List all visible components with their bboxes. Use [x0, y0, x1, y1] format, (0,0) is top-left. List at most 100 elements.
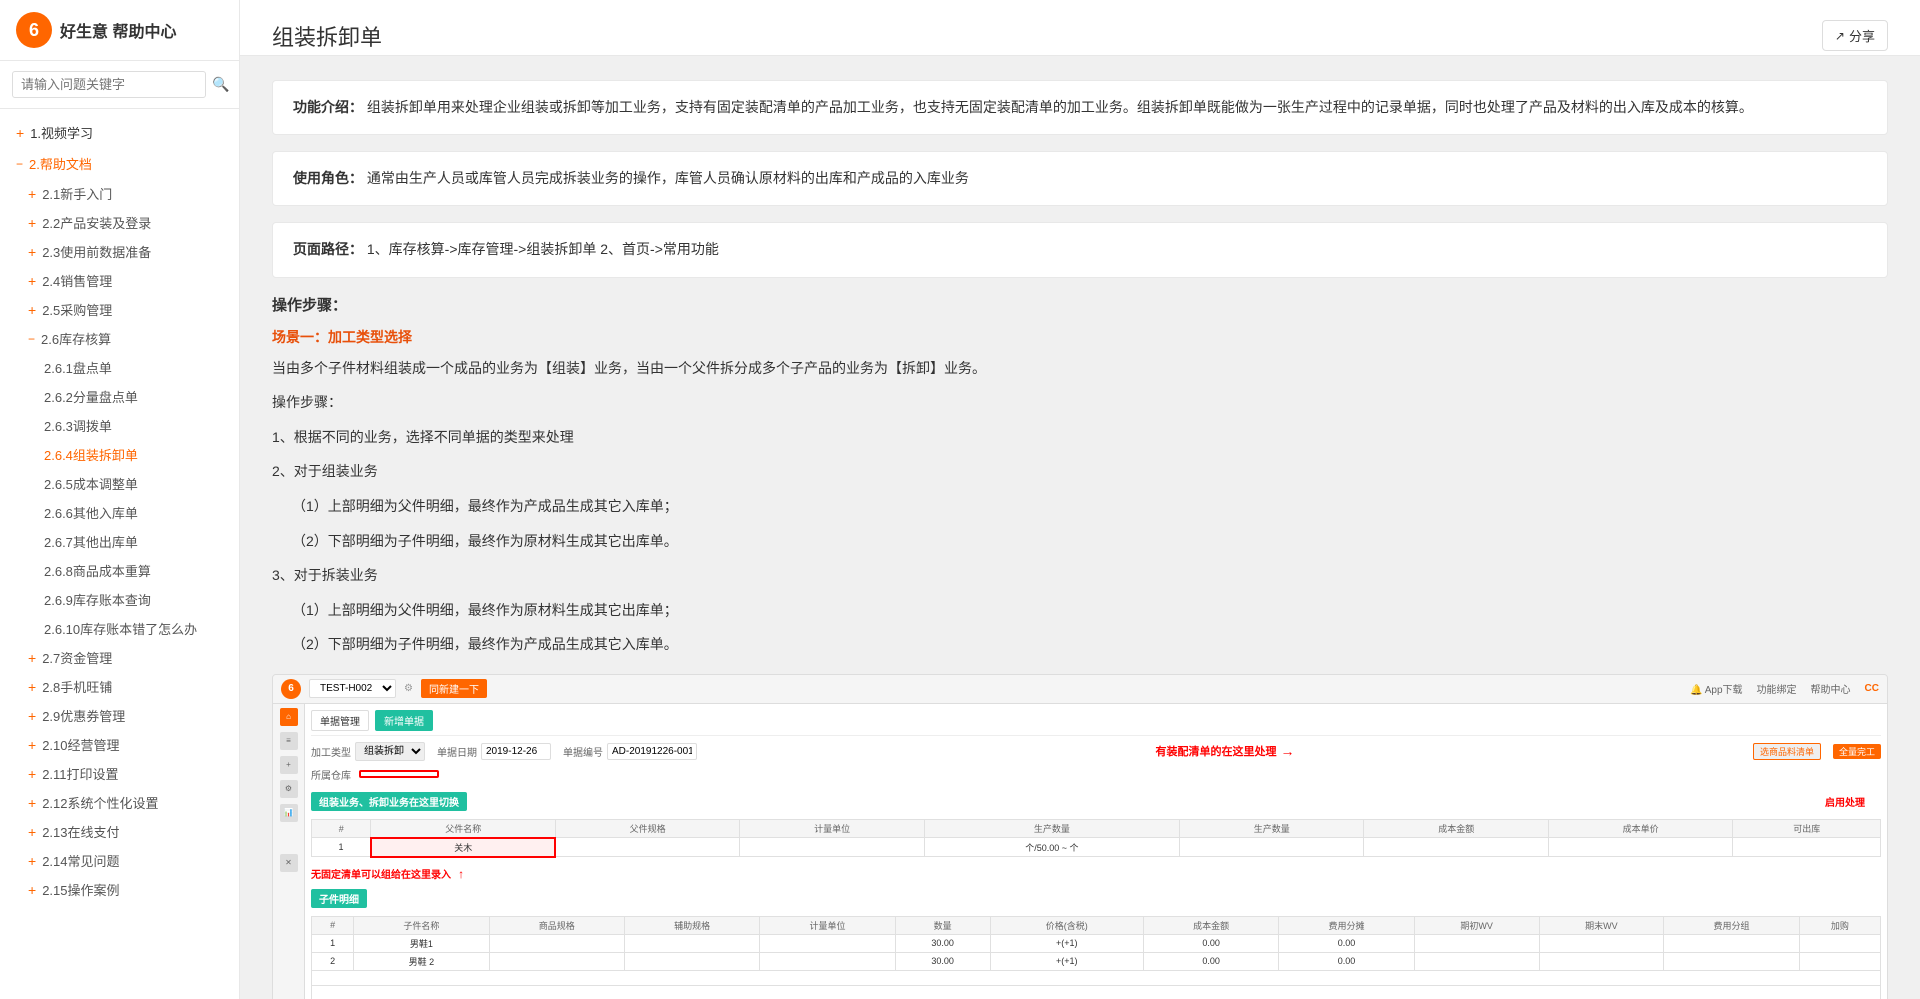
sidebar-item-sales[interactable]: + 2.4销售管理 [28, 266, 239, 295]
sidebar-item-video[interactable]: + 1.视频学习 [0, 117, 239, 148]
mock-lower-section-label: 子件明细 [311, 889, 367, 908]
step2-1: （1）上部明细为父件明细，最终作为产成品生成其它入库单； [292, 493, 1888, 520]
step2-2: （2）下部明细为子件明细，最终作为原材料生成其它出库单。 [292, 528, 1888, 555]
step3: 3、对于拆装业务 [272, 562, 1888, 589]
mock-company-select[interactable]: TEST-H002 [309, 679, 396, 698]
mock-upper-section-label: 组装业务、拆卸业务在这里切换 [311, 792, 467, 811]
logo-icon: 6 [16, 12, 52, 48]
mock-upper-row-1: 1 关木 个/50.00 ~ 个 [312, 838, 1881, 857]
sidebar-header: 6 好生意 帮助中心 [0, 0, 239, 61]
share-button[interactable]: ↗ 分享 [1822, 20, 1888, 51]
step1: 1、根据不同的业务，选择不同单据的类型来处理 [272, 424, 1888, 451]
inventory-submenu: 2.6.1盘点单 2.6.2分量盘点单 2.6.3调拨单 2.6.4组装拆卸单 … [28, 353, 239, 643]
scene-one-label: 场景一：加工类型选择 [272, 327, 1888, 347]
mock-bill-field: 单据编号 [563, 743, 697, 760]
sidebar-item-goods-cost[interactable]: 2.6.8商品成本重算 [44, 556, 239, 585]
sidebar-item-label: 1.视频学习 [30, 123, 93, 142]
scene-one-desc: 当由多个子件材料组装成一个成品的业务为【组装】业务，当由一个父件拆分成多个子产品… [272, 355, 1888, 382]
sidebar-item-inventory[interactable]: − 2.6库存核算 [28, 324, 239, 353]
sidebar-item-inv-split[interactable]: 2.6.2分量盘点单 [44, 382, 239, 411]
mock-date-input[interactable] [481, 743, 551, 760]
mock-warehouse-input[interactable] [359, 770, 439, 778]
sidebar-item-assembly[interactable]: 2.6.4组装拆卸单 [44, 440, 239, 469]
path-text: 页面路径： 1、库存核算->库存管理->组装拆卸单 2、首页->常用功能 [293, 237, 1867, 262]
mock-warehouse-row: 所属仓库 [311, 767, 1881, 782]
sidebar-item-coupon[interactable]: + 2.9优惠券管理 [28, 701, 239, 730]
mock-annotation-4: 启用处理 [1825, 794, 1865, 809]
mock-bill-input[interactable] [607, 743, 697, 760]
sidebar-item-data[interactable]: + 2.3使用前数据准备 [28, 237, 239, 266]
steps-heading: 操作步骤： [272, 294, 1888, 315]
steps-label: 操作步骤： [272, 389, 1888, 416]
sidebar-item-cost-adj[interactable]: 2.6.5成本调整单 [44, 469, 239, 498]
mock-select-list-btn[interactable]: 选商品料清单 [1753, 743, 1821, 760]
sidebar-item-purchase[interactable]: + 2.5采购管理 [28, 295, 239, 324]
sidebar-item-inv-check[interactable]: 2.6.1盘点单 [44, 353, 239, 382]
mock-topbar: 6 TEST-H002 ⚙ 同新建一下 🔔 App下载 功能绑定 帮助中心 CC [273, 675, 1887, 704]
sidebar-item-label: 2.帮助文档 [29, 154, 92, 173]
step2: 2、对于组装业务 [272, 458, 1888, 485]
mock-confirm-btn[interactable]: 全量完工 [1833, 744, 1881, 759]
mock-toolbar: 单据管理 新增单据 [311, 710, 1881, 736]
app-title: 好生意 帮助中心 [60, 18, 176, 42]
role-text: 使用角色： 通常由生产人员或库管人员完成拆装业务的操作，库管人员确认原材料的出库… [293, 166, 1867, 191]
mock-close-icon: ✕ [280, 854, 298, 872]
mock-type-field: 加工类型 组装拆卸 [311, 742, 425, 761]
search-bar: 🔍 [0, 61, 239, 109]
mock-form-area: 单据管理 新增单据 加工类型 组装拆卸 [305, 704, 1887, 999]
mock-select-area: 选商品料清单 [1753, 743, 1821, 760]
mock-screenshot: 6 TEST-H002 ⚙ 同新建一下 🔔 App下载 功能绑定 帮助中心 CC [273, 675, 1887, 999]
sidebar-item-finance[interactable]: + 2.7资金管理 [28, 643, 239, 672]
share-label: 分享 [1849, 26, 1875, 45]
mock-annotation-5-row: 无固定清单可以组给在这里录入 ↑ [311, 866, 1881, 881]
sidebar-item-other-in[interactable]: 2.6.6其他入库单 [44, 498, 239, 527]
feature-intro-box: 功能介绍： 组装拆卸单用来处理企业组装或拆卸等加工业务，支持有固定装配清单的产品… [272, 80, 1888, 135]
mock-date-field: 单据日期 [437, 743, 551, 760]
sidebar-item-inv-query[interactable]: 2.6.9库存账本查询 [44, 585, 239, 614]
sidebar-item-payment[interactable]: + 2.13在线支付 [28, 817, 239, 846]
search-button[interactable]: 🔍 [212, 76, 229, 93]
content-area: 功能介绍： 组装拆卸单用来处理企业组装或拆卸等加工业务，支持有固定装配清单的产品… [240, 56, 1920, 999]
mock-fields-row: 加工类型 组装拆卸 单据日期 单据编号 [311, 742, 1881, 761]
search-input[interactable] [12, 71, 206, 98]
mock-home-icon: ⌂ [280, 708, 298, 726]
expand-icon: + [16, 125, 24, 141]
page-title: 组装拆卸单 [272, 20, 382, 52]
sidebar-item-inv-adj[interactable]: 2.6.3调拨单 [44, 411, 239, 440]
sidebar-item-other-out[interactable]: 2.6.7其他出库单 [44, 527, 239, 556]
mock-type-select[interactable]: 组装拆卸 [355, 742, 425, 761]
mock-content-area: ⌂ ≡ + ⚙ 📊 ✕ 单据管理 新增单据 [273, 704, 1887, 999]
sidebar-item-print[interactable]: + 2.11打印设置 [28, 759, 239, 788]
sidebar-item-newbie[interactable]: + 2.1新手入门 [28, 179, 239, 208]
sidebar-item-mobile[interactable]: + 2.8手机旺铺 [28, 672, 239, 701]
mock-tab-new[interactable]: 新增单据 [375, 710, 433, 731]
mock-tab-list[interactable]: 单据管理 [311, 710, 369, 731]
mock-list-icon: ≡ [280, 732, 298, 750]
mock-add-icon: + [280, 756, 298, 774]
feature-intro-text: 功能介绍： 组装拆卸单用来处理企业组装或拆卸等加工业务，支持有固定装配清单的产品… [293, 95, 1867, 120]
mock-lower-table: # 子件名称 商品规格 辅助规格 计量单位 数量 价格(含税) 成本金额 费用分… [311, 916, 1881, 999]
main-content: 组装拆卸单 ↗ 分享 功能介绍： 组装拆卸单用来处理企业组装或拆卸等加工业务，支… [240, 0, 1920, 999]
screenshot-container: 6 TEST-H002 ⚙ 同新建一下 🔔 App下载 功能绑定 帮助中心 CC [272, 674, 1888, 999]
sidebar-item-faq[interactable]: + 2.14常见问题 [28, 846, 239, 875]
nav-tree: + 1.视频学习 − 2.帮助文档 + 2.1新手入门 + 2.2产品安装及登录… [0, 109, 239, 999]
mock-annotation-1: 有装配清单的在这里处理 [1155, 743, 1276, 759]
sidebar-item-docs[interactable]: − 2.帮助文档 [0, 148, 239, 179]
mock-annotation-5: 无固定清单可以组给在这里录入 [311, 870, 451, 881]
docs-submenu: + 2.1新手入门 + 2.2产品安装及登录 + 2.3使用前数据准备 + 2.… [0, 179, 239, 904]
mock-new-btn[interactable]: 同新建一下 [421, 679, 487, 698]
role-box: 使用角色： 通常由生产人员或库管人员完成拆装业务的操作，库管人员确认原材料的出库… [272, 151, 1888, 206]
mock-settings-icon: ⚙ [280, 780, 298, 798]
mock-lower-row-1: 1 男鞋1 30.00 +(+1) 0.00 0.00 [312, 934, 1881, 952]
sidebar-item-cases[interactable]: + 2.15操作案例 [28, 875, 239, 904]
sidebar-item-ops[interactable]: + 2.10经营管理 [28, 730, 239, 759]
sidebar: 6 好生意 帮助中心 🔍 + 1.视频学习 − 2.帮助文档 + 2.1新手入门… [0, 0, 240, 999]
share-icon: ↗ [1835, 29, 1845, 43]
mock-logo: 6 [281, 679, 301, 699]
mock-chart-icon: 📊 [280, 804, 298, 822]
sidebar-item-custom[interactable]: + 2.12系统个性化设置 [28, 788, 239, 817]
sidebar-item-install[interactable]: + 2.2产品安装及登录 [28, 208, 239, 237]
mock-lower-row-4 [312, 985, 1881, 999]
collapse-icon: − [16, 157, 23, 171]
sidebar-item-inv-wrong[interactable]: 2.6.10库存账本错了怎么办 [44, 614, 239, 643]
